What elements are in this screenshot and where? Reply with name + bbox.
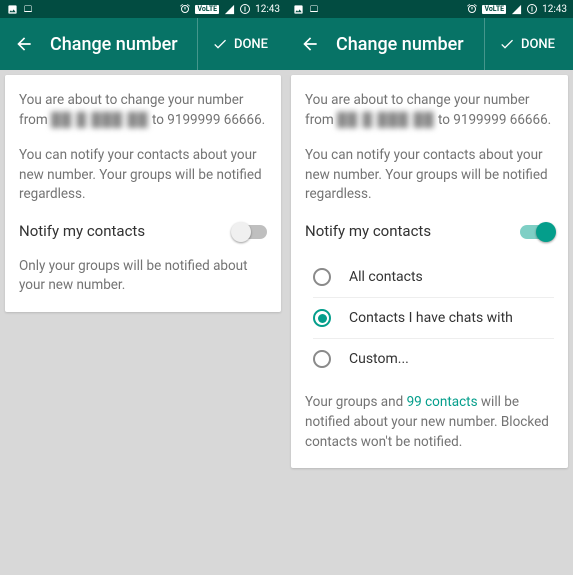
arrow-back-icon [300,34,320,54]
signal-icon [223,3,235,15]
intro-suffix: to 9199999 66666. [149,112,266,128]
hidden-old-number: ██ █ ███ ██ [337,112,435,128]
status-time: 12:43 [255,4,280,15]
footer-prefix: Your groups and [305,394,407,410]
check-icon [499,36,515,52]
hidden-old-number: ██ █ ███ ██ [51,112,149,128]
option-custom[interactable]: Custom... [313,339,554,379]
laptop-icon [308,3,320,15]
back-button[interactable] [290,24,330,64]
app-bar-title: Change number [336,34,484,55]
screen-left: VoLTE 12:43 Change number DONE You are a… [0,0,286,575]
app-bar: Change number DONE [286,18,573,70]
alarm-icon [466,3,478,15]
picture-icon [6,3,18,15]
option-label: All contacts [349,267,423,287]
app-bar: Change number DONE [0,18,286,70]
radio-icon [313,350,331,368]
done-label: DONE [234,37,268,52]
notify-toggle-row: Notify my contacts [305,221,554,243]
notify-toggle-label: Notify my contacts [305,221,431,243]
content-area: You are about to change your number from… [0,70,286,575]
radio-icon [313,268,331,286]
notify-toggle-row: Notify my contacts [19,221,267,243]
notify-toggle-label: Notify my contacts [19,221,145,243]
data-icon [239,3,251,15]
intro-text: You are about to change your number from… [305,91,554,130]
check-icon [212,36,228,52]
contacts-count-link[interactable]: 99 contacts [407,394,478,410]
option-chats-contacts[interactable]: Contacts I have chats with [313,298,554,339]
notify-toggle[interactable] [520,225,554,239]
notify-options: All contacts Contacts I have chats with … [313,257,554,380]
intro-suffix: to 9199999 66666. [435,112,552,128]
footer-text: Your groups and 99 contacts will be noti… [305,393,554,452]
volte-badge: VoLTE [195,5,219,14]
signal-icon [510,3,522,15]
notify-toggle[interactable] [233,225,267,239]
card: You are about to change your number from… [291,75,568,468]
status-time: 12:43 [542,4,567,15]
screen-right: VoLTE 12:43 Change number DONE You are a… [286,0,573,575]
laptop-icon [22,3,34,15]
alarm-icon [179,3,191,15]
done-button[interactable]: DONE [197,18,282,70]
notify-paragraph: You can notify your contacts about your … [19,146,267,205]
status-bar: VoLTE 12:43 [0,0,286,18]
volte-badge: VoLTE [482,5,506,14]
picture-icon [292,3,304,15]
option-label: Contacts I have chats with [349,308,513,328]
status-bar: VoLTE 12:43 [286,0,573,18]
radio-icon [313,309,331,327]
notify-paragraph: You can notify your contacts about your … [305,146,554,205]
back-button[interactable] [4,24,44,64]
app-bar-title: Change number [50,34,197,55]
data-icon [526,3,538,15]
content-area: You are about to change your number from… [286,70,573,575]
done-label: DONE [521,37,555,52]
option-all-contacts[interactable]: All contacts [313,257,554,298]
intro-text: You are about to change your number from… [19,91,267,130]
done-button[interactable]: DONE [484,18,569,70]
option-label: Custom... [349,349,409,369]
card: You are about to change your number from… [5,75,281,312]
arrow-back-icon [14,34,34,54]
footer-text: Only your groups will be notified about … [19,257,267,296]
